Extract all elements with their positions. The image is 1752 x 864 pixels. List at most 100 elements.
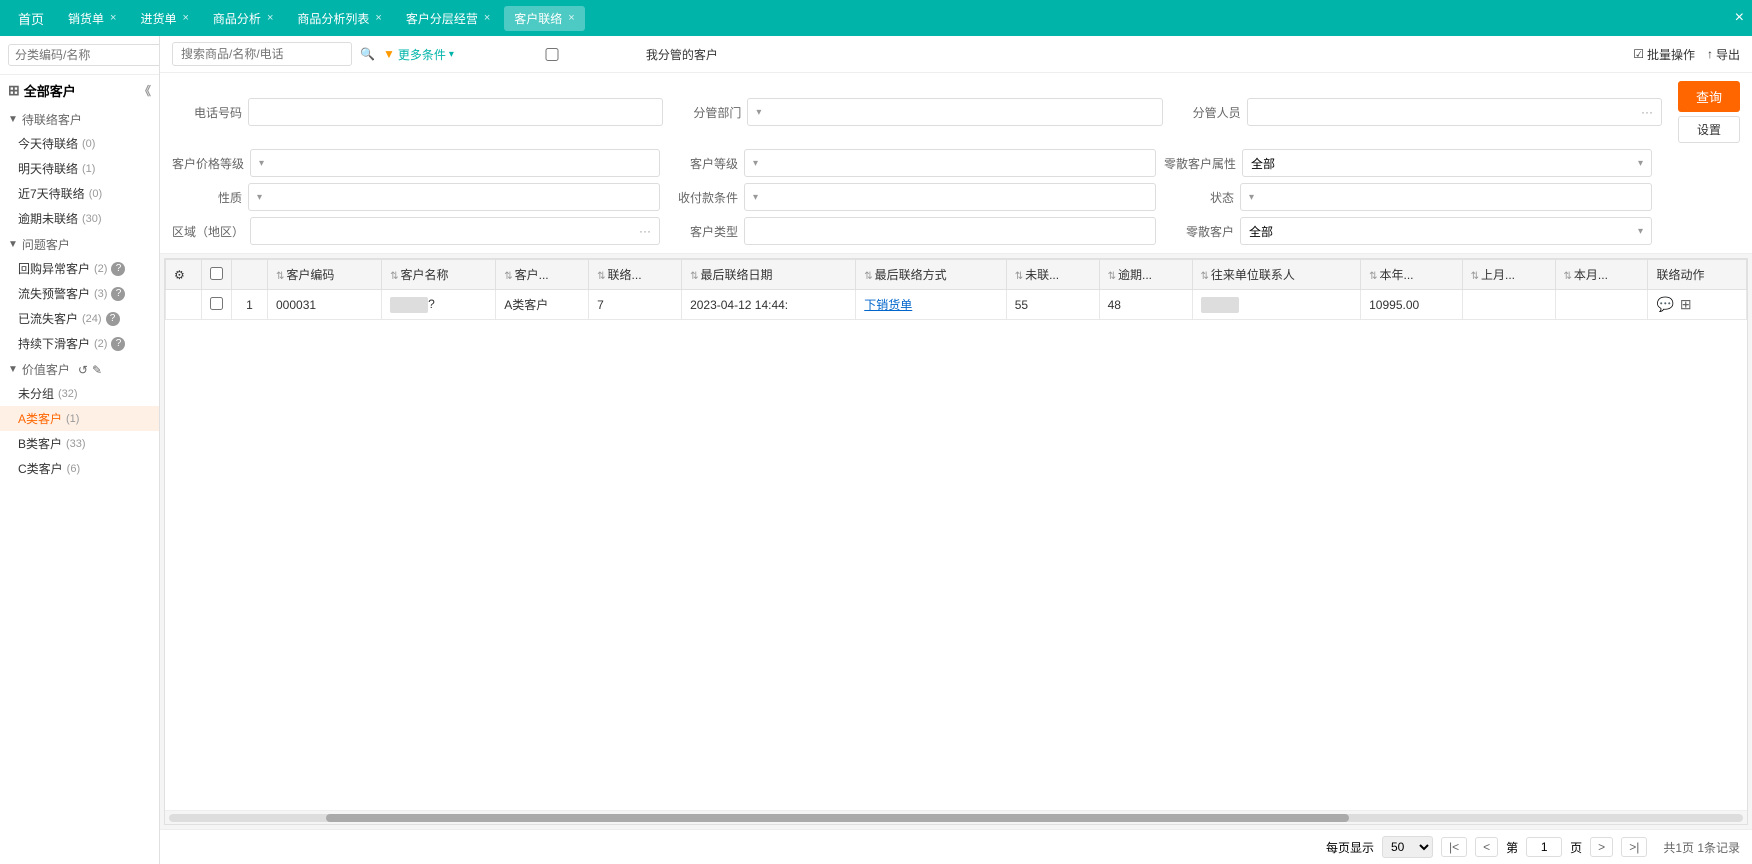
pending-group-header[interactable]: ▼ 待联络客户: [0, 106, 159, 131]
nature-input[interactable]: ▾: [248, 183, 660, 211]
nav-tab-analysis[interactable]: 商品分析 ×: [203, 6, 283, 31]
row-chat-icon[interactable]: 💬: [1656, 296, 1673, 313]
top-right-actions: ☑ 批量操作 ↑ 导出: [1633, 46, 1740, 63]
row-checkbox-cell[interactable]: [202, 290, 232, 320]
retail-attr-input[interactable]: 全部 ▾: [1242, 149, 1652, 177]
table-scroll-area[interactable]: ⚙ ⇅客户编码 ⇅客户名称 ⇅客户... ⇅联络... ⇅最后联络日期 ⇅最后联…: [165, 259, 1747, 810]
gear-col-header[interactable]: ⚙: [166, 260, 202, 290]
filter-dept: 分管部门 ▾: [671, 98, 1162, 126]
close-segmentation-tab-icon[interactable]: ×: [484, 12, 490, 24]
edit-icon[interactable]: ✎: [92, 363, 102, 377]
nav-tab-purchase[interactable]: 进货单 ×: [130, 6, 198, 31]
close-sales-tab-icon[interactable]: ×: [110, 12, 116, 24]
customer-type-input[interactable]: [744, 217, 1156, 245]
export-btn[interactable]: ↑ 导出: [1707, 46, 1740, 63]
sidebar-item-churn-warning[interactable]: 流失预警客户 (3) ?: [0, 281, 159, 306]
customer-level-input[interactable]: ▾: [744, 149, 1156, 177]
all-customers-header[interactable]: ⊞ 全部客户 《: [0, 75, 159, 106]
search-input[interactable]: [172, 42, 352, 66]
problem-group-header[interactable]: ▼ 问题客户: [0, 231, 159, 256]
query-button[interactable]: 查询: [1678, 81, 1740, 112]
check-col-header[interactable]: [202, 260, 232, 290]
col-header-this-year[interactable]: ⇅本年...: [1361, 260, 1462, 290]
price-level-input[interactable]: ▾: [250, 149, 660, 177]
col-header-unit-contact[interactable]: ⇅往来单位联系人: [1192, 260, 1361, 290]
filter-customer-type: 客户类型: [668, 217, 1156, 245]
row-checkbox[interactable]: [210, 297, 223, 310]
retail-customer-label: 零散客户: [1164, 223, 1234, 240]
dept-input[interactable]: ▾: [747, 98, 1162, 126]
search-icon[interactable]: 🔍: [360, 47, 375, 61]
horizontal-scrollbar[interactable]: [165, 810, 1747, 824]
settings-button[interactable]: 设置: [1678, 116, 1740, 143]
sidebar-item-class-b[interactable]: B类客户 (33): [0, 431, 159, 456]
sidebar-search-input[interactable]: [8, 44, 160, 66]
row-last-method[interactable]: 下销货单: [856, 290, 1006, 320]
hscroll-thumb[interactable]: [326, 814, 1349, 822]
next-page-btn[interactable]: >: [1590, 837, 1613, 857]
nav-home[interactable]: 首页: [8, 5, 54, 32]
col-header-no-contact[interactable]: ⇅未联...: [1006, 260, 1099, 290]
sidebar-item-overdue-pending[interactable]: 逾期未联络 (30): [0, 206, 159, 231]
nav-tab-analysis-list[interactable]: 商品分析列表 ×: [287, 6, 391, 31]
sidebar-item-declining[interactable]: 持续下滑客户 (2) ?: [0, 331, 159, 356]
sidebar-item-tomorrow-pending[interactable]: 明天待联络 (1): [0, 156, 159, 181]
last-page-btn[interactable]: >|: [1621, 837, 1647, 857]
sidebar-item-class-a[interactable]: A类客户 (1): [0, 406, 159, 431]
row-qr-icon[interactable]: ⊞: [1680, 296, 1692, 313]
row-unit-contact: [1192, 290, 1361, 320]
retail-customer-input[interactable]: 全部 ▾: [1240, 217, 1652, 245]
col-header-last-method[interactable]: ⇅最后联络方式: [856, 260, 1006, 290]
nature-label: 性质: [172, 189, 242, 206]
first-page-btn[interactable]: |<: [1441, 837, 1467, 857]
total-label: 共1页 1条记录: [1663, 839, 1740, 856]
collapse-sidebar-icon[interactable]: 《: [139, 82, 151, 99]
col-header-this-month[interactable]: ⇅本月...: [1555, 260, 1648, 290]
row-num: 1: [232, 290, 268, 320]
customer-type-label: 客户类型: [668, 223, 738, 240]
more-conditions-btn[interactable]: ▼ 更多条件 ▾: [383, 46, 454, 63]
value-group-header[interactable]: ▼ 价值客户 ↺ ✎: [0, 356, 159, 381]
row-gear[interactable]: [166, 290, 202, 320]
payment-input[interactable]: ▾: [744, 183, 1156, 211]
col-header-last-month[interactable]: ⇅上月...: [1462, 260, 1555, 290]
select-all-checkbox[interactable]: [210, 267, 223, 280]
filter-phone: 电话号码: [172, 98, 663, 126]
sidebar-item-unclassified[interactable]: 未分组 (32): [0, 381, 159, 406]
close-contact-tab-icon[interactable]: ×: [568, 12, 574, 24]
filter-row-3: 性质 ▾ 收付款条件 ▾ 状态 ▾: [172, 183, 1740, 211]
status-input[interactable]: ▾: [1240, 183, 1652, 211]
sidebar-item-class-c[interactable]: C类客户 (6): [0, 456, 159, 481]
col-header-code[interactable]: ⇅客户编码: [268, 260, 382, 290]
col-header-contact[interactable]: ⇅联络...: [589, 260, 682, 290]
sidebar-item-7days-pending[interactable]: 近7天待联络 (0): [0, 181, 159, 206]
close-analysis-tab-icon[interactable]: ×: [267, 12, 273, 24]
close-analysis-list-tab-icon[interactable]: ×: [375, 12, 381, 24]
sidebar-item-abnormal-repurchase[interactable]: 回购异常客户 (2) ?: [0, 256, 159, 281]
phone-input[interactable]: [248, 98, 663, 126]
region-input[interactable]: ···: [250, 217, 660, 245]
per-page-select[interactable]: 50 100 200: [1382, 836, 1433, 858]
advanced-filter-panel: 电话号码 分管部门 ▾ 分管人员 ··· 查询: [160, 73, 1752, 254]
refresh-icon[interactable]: ↺: [78, 363, 88, 377]
col-header-overdue[interactable]: ⇅逾期...: [1099, 260, 1192, 290]
nav-tab-segmentation[interactable]: 客户分层经营 ×: [396, 6, 500, 31]
batch-ops-btn[interactable]: ☑ 批量操作: [1633, 46, 1695, 63]
col-header-last-date[interactable]: ⇅最后联络日期: [682, 260, 856, 290]
sidebar-item-today-pending[interactable]: 今天待联络 (0): [0, 131, 159, 156]
col-header-level[interactable]: ⇅客户...: [496, 260, 589, 290]
nav-tab-sales[interactable]: 销货单 ×: [58, 6, 126, 31]
col-header-name[interactable]: ⇅客户名称: [382, 260, 496, 290]
sidebar-item-churned[interactable]: 已流失客户 (24) ?: [0, 306, 159, 331]
manager-input[interactable]: ···: [1247, 98, 1662, 126]
unit-contact-blurred: [1201, 297, 1239, 313]
prev-page-btn[interactable]: <: [1475, 837, 1498, 857]
close-purchase-tab-icon[interactable]: ×: [182, 12, 188, 24]
last-method-link[interactable]: 下销货单: [864, 298, 912, 312]
page-number-input[interactable]: 1: [1526, 837, 1562, 857]
close-all-tabs-icon[interactable]: ×: [1735, 9, 1744, 27]
content-area: 🔍 ▼ 更多条件 ▾ 我分管的客户 ☑ 批量操作 ↑ 导出: [160, 36, 1752, 864]
my-customers-checkbox[interactable]: [462, 48, 642, 61]
nav-tab-contact[interactable]: 客户联络 ×: [504, 6, 584, 31]
my-customers-checkbox-area[interactable]: 我分管的客户: [462, 46, 718, 63]
